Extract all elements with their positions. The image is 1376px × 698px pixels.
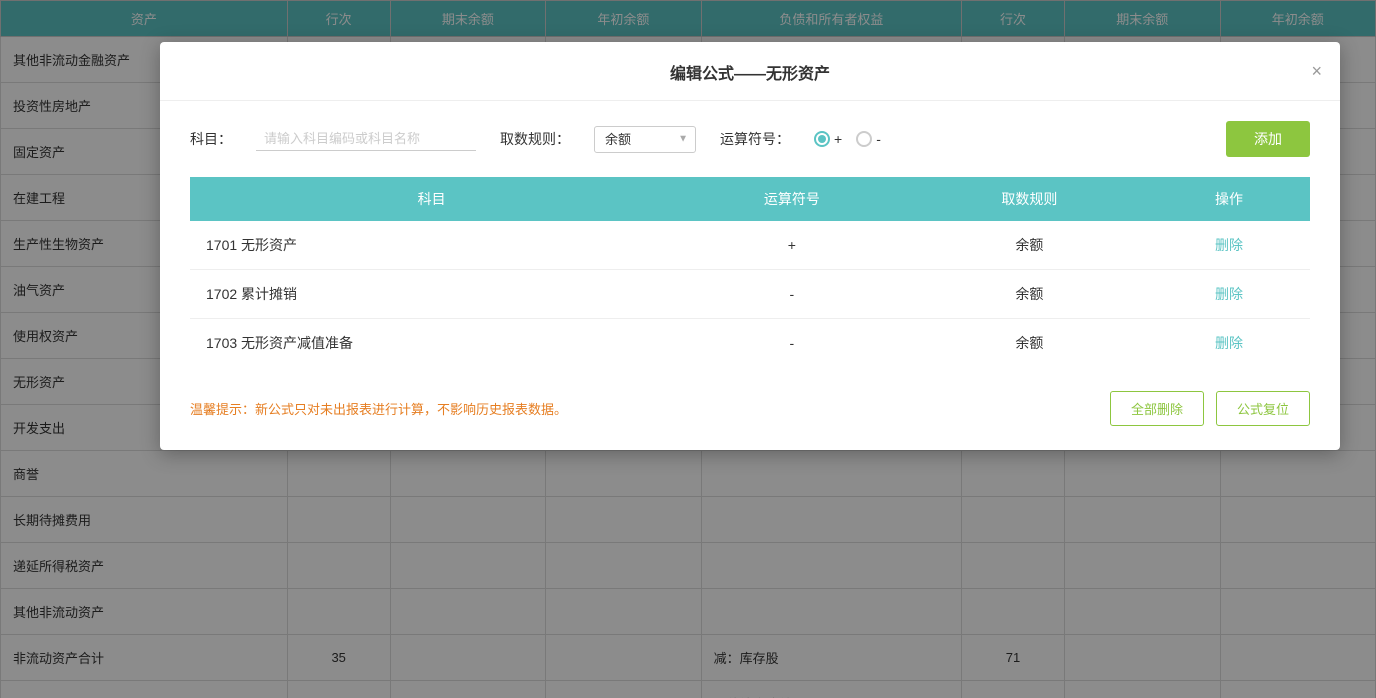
edit-formula-modal: 编辑公式——无形资产 × 科目： 取数规则： 余额 借方 贷方 借方发生额 贷方… bbox=[160, 42, 1340, 450]
operator-label: 运算符号： bbox=[720, 129, 790, 149]
subject-label: 科目： bbox=[190, 129, 232, 149]
table-row: 1703 无形资产减值准备-余额 删除 bbox=[190, 319, 1310, 368]
form-row: 科目： 取数规则： 余额 借方 贷方 借方发生额 贷方发生额 ▼ 运算符号： +… bbox=[160, 101, 1340, 177]
formula-operator: - bbox=[673, 319, 910, 368]
formula-action: 删除 bbox=[1148, 270, 1310, 319]
table-header-rule: 取数规则 bbox=[911, 177, 1148, 221]
radio-plus[interactable]: + bbox=[814, 131, 842, 147]
rule-label: 取数规则： bbox=[500, 129, 570, 149]
footer-hint: 温馨提示：新公式只对未出报表进行计算，不影响历史报表数据。 bbox=[190, 399, 567, 418]
formula-action: 删除 bbox=[1148, 221, 1310, 270]
delete-row-button[interactable]: 删除 bbox=[1215, 237, 1243, 253]
delete-all-button[interactable]: 全部删除 bbox=[1110, 391, 1204, 426]
formula-action: 删除 bbox=[1148, 319, 1310, 368]
delete-row-button[interactable]: 删除 bbox=[1215, 286, 1243, 302]
footer-buttons: 全部删除 公式复位 bbox=[1110, 391, 1310, 426]
table-header-operator: 运算符号 bbox=[673, 177, 910, 221]
formula-table: 科目 运算符号 取数规则 操作 1701 无形资产+余额删除1702 累计摊销-… bbox=[190, 177, 1310, 367]
radio-plus-label: + bbox=[834, 131, 842, 147]
formula-subject: 1701 无形资产 bbox=[190, 221, 673, 270]
modal-title: 编辑公式——无形资产 bbox=[670, 60, 830, 84]
modal-header: 编辑公式——无形资产 × bbox=[160, 42, 1340, 101]
formula-rule: 余额 bbox=[911, 270, 1148, 319]
radio-minus-circle bbox=[856, 131, 872, 147]
table-header-action: 操作 bbox=[1148, 177, 1310, 221]
rule-select[interactable]: 余额 借方 贷方 借方发生额 贷方发生额 bbox=[594, 126, 696, 153]
formula-operator: - bbox=[673, 270, 910, 319]
formula-subject: 1703 无形资产减值准备 bbox=[190, 319, 673, 368]
subject-input[interactable] bbox=[256, 127, 476, 151]
formula-rule: 余额 bbox=[911, 319, 1148, 368]
formula-table-wrap: 科目 运算符号 取数规则 操作 1701 无形资产+余额删除1702 累计摊销-… bbox=[190, 177, 1310, 367]
radio-plus-circle bbox=[814, 131, 830, 147]
table-header-subject: 科目 bbox=[190, 177, 673, 221]
formula-rule: 余额 bbox=[911, 221, 1148, 270]
radio-minus[interactable]: - bbox=[856, 131, 881, 147]
formula-operator: + bbox=[673, 221, 910, 270]
modal-footer: 温馨提示：新公式只对未出报表进行计算，不影响历史报表数据。 全部删除 公式复位 bbox=[160, 375, 1340, 426]
rule-select-container: 余额 借方 贷方 借方发生额 贷方发生额 ▼ bbox=[594, 126, 696, 153]
reset-formula-button[interactable]: 公式复位 bbox=[1216, 391, 1310, 426]
delete-row-button[interactable]: 删除 bbox=[1215, 335, 1243, 351]
close-button[interactable]: × bbox=[1311, 62, 1322, 80]
table-row: 1702 累计摊销-余额 删除 bbox=[190, 270, 1310, 319]
add-button[interactable]: 添加 bbox=[1226, 121, 1310, 157]
operator-radio-group: + - bbox=[814, 131, 881, 147]
formula-subject: 1702 累计摊销 bbox=[190, 270, 673, 319]
radio-minus-label: - bbox=[876, 131, 881, 147]
table-row: 1701 无形资产+余额 删除 bbox=[190, 221, 1310, 270]
